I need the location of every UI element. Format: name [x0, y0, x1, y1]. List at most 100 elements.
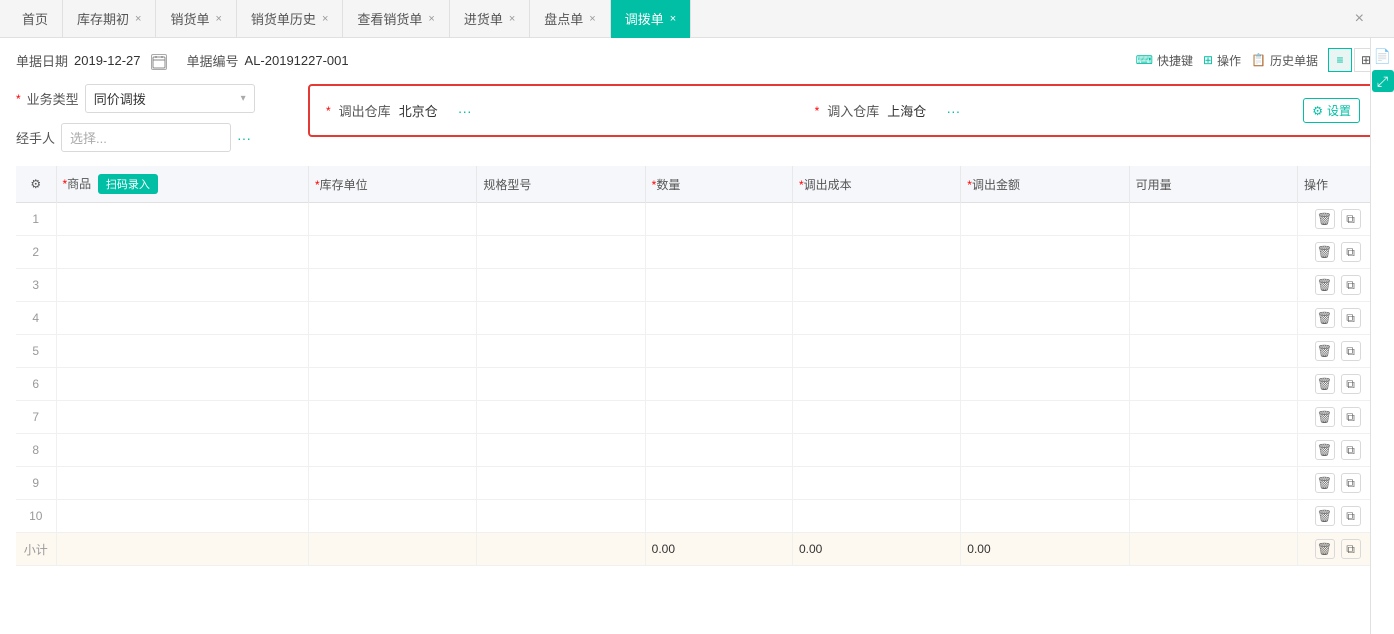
tab-purchase-order[interactable]: 进货单 × — [450, 0, 530, 38]
spec-cell[interactable] — [477, 269, 645, 302]
unit-cell[interactable] — [309, 401, 477, 434]
amount-cell[interactable] — [961, 401, 1129, 434]
tab-sales-order-close[interactable]: × — [215, 13, 221, 25]
qty-cell[interactable] — [645, 335, 792, 368]
cost-cell[interactable] — [792, 401, 960, 434]
amount-cell[interactable] — [961, 467, 1129, 500]
qty-cell[interactable] — [645, 236, 792, 269]
unit-cell[interactable] — [309, 335, 477, 368]
calendar-icon[interactable] — [151, 54, 167, 70]
tab-inventory-check[interactable]: 盘点单 × — [530, 0, 610, 38]
warehouse-out-more-button[interactable]: ··· — [458, 103, 472, 119]
unit-cell[interactable] — [309, 467, 477, 500]
delete-icon[interactable]: 🗑 — [1315, 539, 1335, 559]
goods-cell[interactable] — [56, 500, 309, 533]
tab-transfer-order[interactable]: 调拨单 × — [611, 0, 691, 38]
copy-icon[interactable]: ⧉ — [1341, 308, 1361, 328]
amount-cell[interactable] — [961, 236, 1129, 269]
spec-cell[interactable] — [477, 203, 645, 236]
shortcuts-button[interactable]: ⌨ 快捷键 — [1136, 52, 1193, 69]
qty-cell[interactable] — [645, 401, 792, 434]
amount-cell[interactable] — [961, 434, 1129, 467]
unit-cell[interactable] — [309, 434, 477, 467]
unit-cell[interactable] — [309, 500, 477, 533]
spec-cell[interactable] — [477, 434, 645, 467]
delete-icon[interactable]: 🗑 — [1315, 473, 1335, 493]
spec-cell[interactable] — [477, 467, 645, 500]
copy-icon[interactable]: ⧉ — [1341, 374, 1361, 394]
delete-icon[interactable]: 🗑 — [1315, 440, 1335, 460]
tab-inventory-init[interactable]: 库存期初 × — [63, 0, 156, 38]
copy-icon[interactable]: ⧉ — [1341, 209, 1361, 229]
copy-icon[interactable]: ⧉ — [1341, 341, 1361, 361]
spec-cell[interactable] — [477, 335, 645, 368]
copy-icon[interactable]: ⧉ — [1341, 407, 1361, 427]
spec-cell[interactable] — [477, 500, 645, 533]
amount-cell[interactable] — [961, 335, 1129, 368]
copy-icon[interactable]: ⧉ — [1341, 242, 1361, 262]
cost-cell[interactable] — [792, 368, 960, 401]
delete-icon[interactable]: 🗑 — [1315, 506, 1335, 526]
goods-cell[interactable] — [56, 335, 309, 368]
cost-cell[interactable] — [792, 269, 960, 302]
sidebar-external-icon[interactable]: ⤢ — [1372, 70, 1394, 92]
delete-icon[interactable]: 🗑 — [1315, 374, 1335, 394]
layout-list-button[interactable]: ≡ — [1328, 48, 1352, 72]
copy-icon[interactable]: ⧉ — [1341, 473, 1361, 493]
operations-button[interactable]: ⊞ 操作 — [1203, 52, 1241, 69]
cost-cell[interactable] — [792, 203, 960, 236]
qty-cell[interactable] — [645, 368, 792, 401]
cost-cell[interactable] — [792, 302, 960, 335]
amount-cell[interactable] — [961, 500, 1129, 533]
amount-cell[interactable] — [961, 269, 1129, 302]
copy-icon[interactable]: ⧉ — [1341, 506, 1361, 526]
cost-cell[interactable] — [792, 434, 960, 467]
spec-cell[interactable] — [477, 302, 645, 335]
delete-icon[interactable]: 🗑 — [1315, 275, 1335, 295]
cost-cell[interactable] — [792, 236, 960, 269]
delete-icon[interactable]: 🗑 — [1315, 308, 1335, 328]
spec-cell[interactable] — [477, 368, 645, 401]
goods-cell[interactable] — [56, 302, 309, 335]
qty-cell[interactable] — [645, 434, 792, 467]
tab-sales-history-close[interactable]: × — [322, 13, 328, 25]
qty-cell[interactable] — [645, 500, 792, 533]
handler-more-button[interactable]: ··· — [237, 130, 251, 146]
delete-icon[interactable]: 🗑 — [1315, 407, 1335, 427]
sidebar-doc-icon[interactable]: 📄 — [1373, 46, 1393, 66]
goods-cell[interactable] — [56, 467, 309, 500]
warehouse-in-more-button[interactable]: ··· — [946, 103, 960, 119]
tab-view-sales-close[interactable]: × — [428, 13, 434, 25]
cost-cell[interactable] — [792, 335, 960, 368]
tab-inventory-check-close[interactable]: × — [589, 13, 595, 25]
copy-icon[interactable]: ⧉ — [1341, 539, 1361, 559]
qty-cell[interactable] — [645, 203, 792, 236]
tab-home[interactable]: 首页 — [8, 0, 63, 38]
spec-cell[interactable] — [477, 236, 645, 269]
qty-cell[interactable] — [645, 467, 792, 500]
unit-cell[interactable] — [309, 368, 477, 401]
tab-inventory-init-close[interactable]: × — [135, 13, 141, 25]
delete-icon[interactable]: 🗑 — [1315, 242, 1335, 262]
unit-cell[interactable] — [309, 269, 477, 302]
cost-cell[interactable] — [792, 500, 960, 533]
amount-cell[interactable] — [961, 203, 1129, 236]
tab-view-sales[interactable]: 查看销货单 × — [343, 0, 449, 38]
goods-cell[interactable] — [56, 269, 309, 302]
unit-cell[interactable] — [309, 203, 477, 236]
spec-cell[interactable] — [477, 401, 645, 434]
delete-icon[interactable]: 🗑 — [1315, 341, 1335, 361]
col-gear[interactable]: ⚙ — [16, 166, 56, 203]
goods-cell[interactable] — [56, 401, 309, 434]
tab-purchase-order-close[interactable]: × — [509, 13, 515, 25]
unit-cell[interactable] — [309, 302, 477, 335]
copy-icon[interactable]: ⧉ — [1341, 275, 1361, 295]
amount-cell[interactable] — [961, 368, 1129, 401]
tab-transfer-order-close[interactable]: × — [670, 13, 676, 25]
cost-cell[interactable] — [792, 467, 960, 500]
tab-sales-history[interactable]: 销货单历史 × — [237, 0, 343, 38]
settings-button[interactable]: ⚙ 设置 — [1303, 98, 1360, 123]
qty-cell[interactable] — [645, 269, 792, 302]
window-close-button[interactable]: × — [1355, 10, 1364, 28]
history-button[interactable]: 📋 历史单据 — [1251, 52, 1318, 69]
